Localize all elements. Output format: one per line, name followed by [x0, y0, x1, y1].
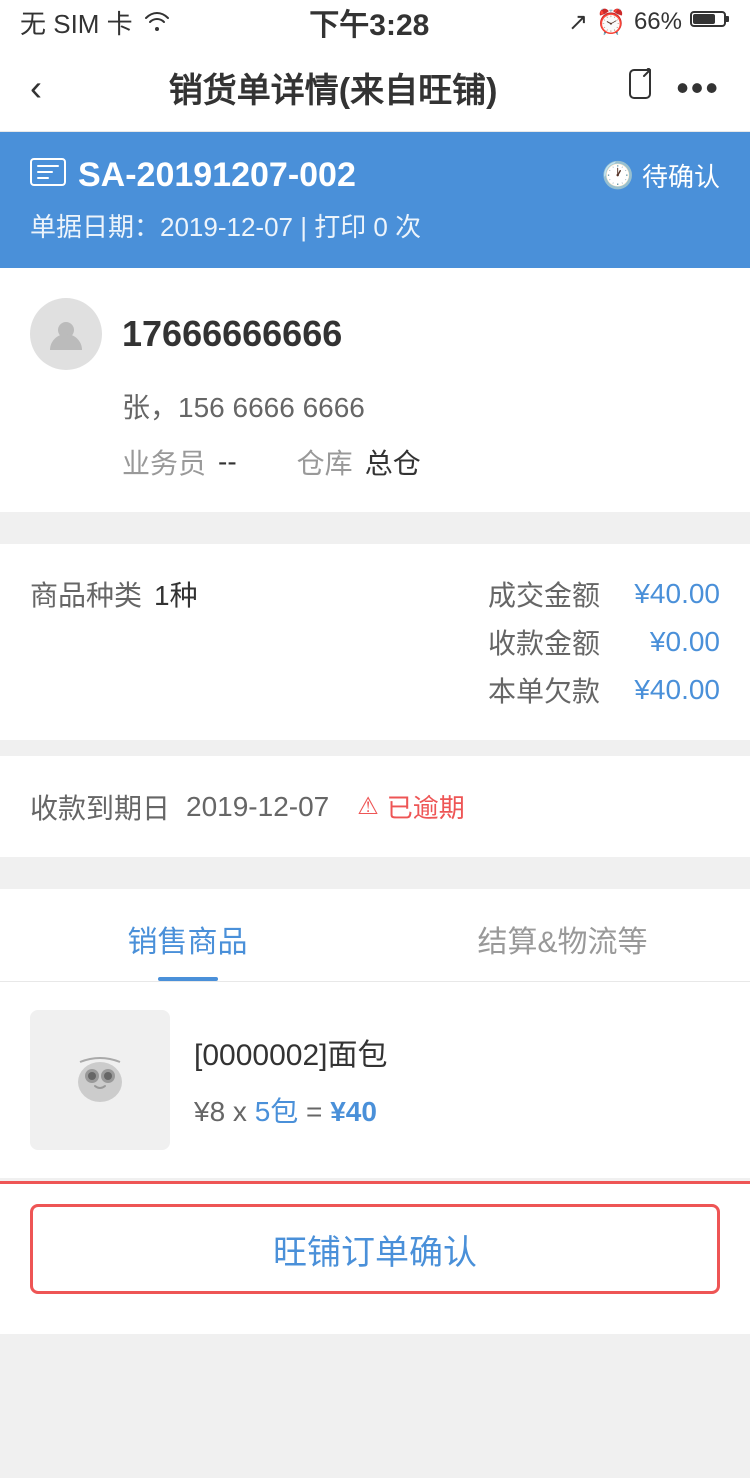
- nav-actions: •••: [624, 67, 720, 109]
- product-types: 商品种类 1种: [30, 574, 198, 614]
- product-name: [0000002]面包: [194, 1030, 720, 1074]
- confirm-button[interactable]: 旺铺订单确认: [30, 1204, 720, 1294]
- share-icon[interactable]: [624, 68, 656, 107]
- customer-card: 17666666666 张，156 6666 6666 业务员 -- 仓库 总仓: [0, 268, 750, 512]
- amount-row-0: 成交金额 ¥40.00: [480, 574, 720, 614]
- sales-rep-value: --: [218, 446, 237, 478]
- status-text: 待确认: [642, 157, 720, 194]
- due-date-card: 收款到期日 2019-12-07 ⚠ 已逾期: [0, 756, 750, 857]
- more-icon[interactable]: •••: [676, 67, 720, 109]
- customer-meta: 业务员 -- 仓库 总仓: [122, 442, 720, 482]
- price-formula: ¥8 x: [194, 1096, 255, 1127]
- amount-label-1: 收款金额: [480, 622, 600, 662]
- customer-contact: 张，156 6666 6666: [122, 386, 720, 426]
- alarm-icon: ⏰: [596, 8, 626, 37]
- battery-text: 66%: [634, 8, 682, 36]
- tab-sales[interactable]: 销售商品: [0, 889, 375, 981]
- order-status: 🕐 待确认: [602, 157, 720, 194]
- warning-icon: ⚠: [357, 792, 379, 821]
- order-meta: 单据日期：2019-12-07 | 打印 0 次: [30, 207, 720, 244]
- sales-rep-label: 业务员: [122, 442, 206, 482]
- price-total: ¥40: [330, 1096, 377, 1127]
- equals-sign: =: [298, 1096, 330, 1127]
- amount-row-2: 本单欠款 ¥40.00: [480, 670, 720, 710]
- warehouse-item: 仓库 总仓: [297, 442, 421, 482]
- clock-icon: 🕐: [602, 160, 634, 191]
- warehouse-value: 总仓: [365, 442, 421, 482]
- bottom-bar: 旺铺订单确认: [0, 1181, 750, 1334]
- wifi-icon: [143, 7, 171, 38]
- warehouse-label: 仓库: [297, 442, 353, 482]
- quantity: 5包: [255, 1096, 299, 1127]
- amounts-section: 成交金额 ¥40.00 收款金额 ¥0.00 本单欠款 ¥40.00: [480, 574, 720, 710]
- avatar: [30, 298, 102, 370]
- overdue-badge: ⚠ 已逾期: [345, 784, 477, 829]
- due-date-label: 收款到期日: [30, 787, 170, 827]
- product-info: [0000002]面包 ¥8 x 5包 = ¥40: [194, 1030, 720, 1130]
- product-price: ¥8 x 5包 = ¥40: [194, 1090, 720, 1130]
- status-right: ↗ ⏰ 66%: [568, 8, 730, 37]
- product-card: [0000002]面包 ¥8 x 5包 = ¥40: [0, 982, 750, 1178]
- tab-settlement[interactable]: 结算&物流等: [375, 889, 750, 981]
- back-button[interactable]: ‹: [30, 67, 42, 109]
- no-sim-text: 无 SIM 卡: [20, 4, 133, 41]
- customer-row: 17666666666: [30, 298, 720, 370]
- amount-label-0: 成交金额: [480, 574, 600, 614]
- nav-bar: ‹ 销货单详情(来自旺铺) •••: [0, 44, 750, 132]
- summary-card: 商品种类 1种 成交金额 ¥40.00 收款金额 ¥0.00 本单欠款 ¥40.…: [0, 544, 750, 740]
- location-icon: ↗: [568, 8, 588, 37]
- amount-value-1: ¥0.00: [620, 626, 720, 658]
- amount-value-2: ¥40.00: [620, 674, 720, 706]
- order-icon: [30, 156, 66, 195]
- status-bar: 无 SIM 卡 下午3:28 ↗ ⏰ 66%: [0, 0, 750, 44]
- customer-phone: 17666666666: [122, 313, 342, 355]
- overdue-text: 已逾期: [387, 788, 465, 825]
- status-left: 无 SIM 卡: [20, 4, 171, 41]
- divider-1: [0, 528, 750, 544]
- amount-label-2: 本单欠款: [480, 670, 600, 710]
- order-header: SA-20191207-002 🕐 待确认 单据日期：2019-12-07 | …: [0, 132, 750, 268]
- status-time: 下午3:28: [309, 0, 429, 44]
- product-types-label: 商品种类: [30, 574, 142, 614]
- product-types-value: 1种: [154, 574, 198, 614]
- product-thumbnail: [30, 1010, 170, 1150]
- order-number-row: SA-20191207-002: [30, 156, 356, 195]
- divider-2: [0, 857, 750, 873]
- due-date-value: 2019-12-07: [186, 791, 329, 823]
- amount-row-1: 收款金额 ¥0.00: [480, 622, 720, 662]
- battery-icon: [690, 8, 730, 36]
- sales-rep-item: 业务员 --: [122, 442, 237, 482]
- page-title: 销货单详情(来自旺铺): [169, 63, 498, 112]
- amount-value-0: ¥40.00: [620, 578, 720, 610]
- order-number-text: SA-20191207-002: [78, 156, 356, 195]
- tabs: 销售商品 结算&物流等: [0, 889, 750, 982]
